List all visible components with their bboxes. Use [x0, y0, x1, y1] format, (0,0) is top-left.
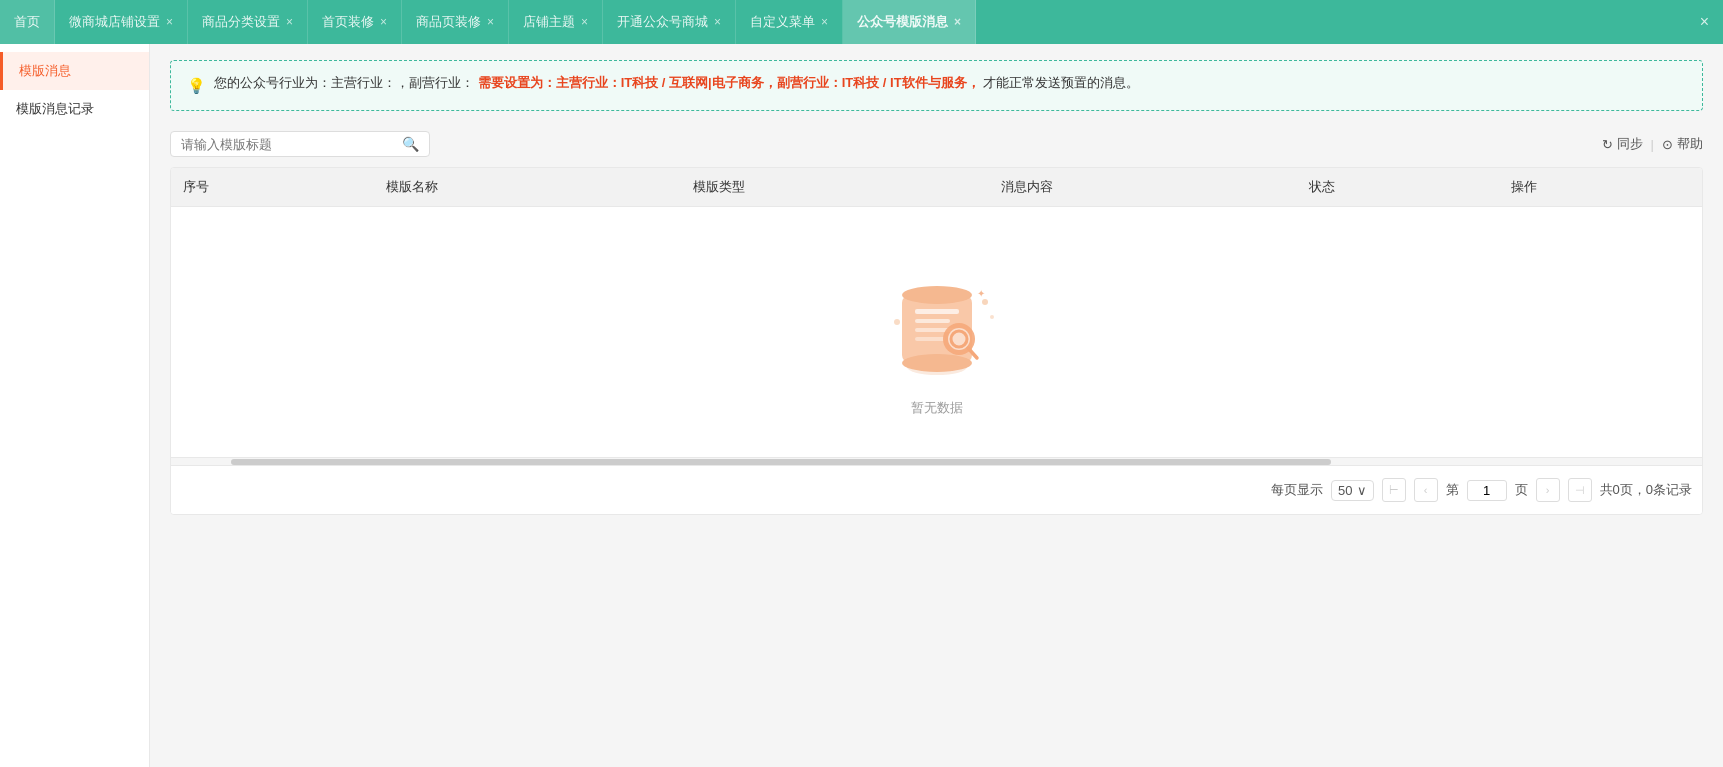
- next-page-button[interactable]: ›: [1536, 478, 1560, 502]
- tab-close-icon[interactable]: ×: [286, 15, 293, 29]
- toolbar-right: ↻ 同步 | ⊙ 帮助: [1602, 135, 1703, 153]
- nav-tab-店铺主题[interactable]: 店铺主题×: [509, 0, 603, 44]
- col-header-操作: 操作: [1499, 168, 1702, 207]
- sync-button[interactable]: ↻ 同步: [1602, 135, 1643, 153]
- help-button[interactable]: ⊙ 帮助: [1662, 135, 1703, 153]
- tab-close-icon[interactable]: ×: [581, 15, 588, 29]
- nav-tab-公众号模版消息[interactable]: 公众号模版消息×: [843, 0, 976, 44]
- col-header-序号: 序号: [171, 168, 374, 207]
- page-number-input[interactable]: [1467, 480, 1507, 501]
- svg-text:✦: ✦: [977, 288, 985, 299]
- col-header-模版名称: 模版名称: [374, 168, 682, 207]
- tab-close-icon[interactable]: ×: [166, 15, 173, 29]
- tab-close-icon[interactable]: ×: [821, 15, 828, 29]
- nav-tab-商品分类设置[interactable]: 商品分类设置×: [188, 0, 308, 44]
- col-header-消息内容: 消息内容: [989, 168, 1297, 207]
- nav-tab-自定义菜单[interactable]: 自定义菜单×: [736, 0, 843, 44]
- empty-text: 暂无数据: [911, 399, 963, 417]
- search-input-wrap[interactable]: 🔍: [170, 131, 430, 157]
- svg-point-14: [894, 319, 900, 325]
- main-layout: 模版消息模版消息记录 💡 您的公众号行业为：主营行业：，副营行业： 需要设置为：…: [0, 44, 1723, 767]
- sync-label: 同步: [1617, 135, 1643, 153]
- page-size-dropdown-icon: ∨: [1357, 483, 1367, 498]
- empty-state: ✦ 暂无数据: [171, 207, 1702, 457]
- last-page-button[interactable]: ⊣: [1568, 478, 1592, 502]
- pagination-row: 每页显示 50 ∨ ⊢ ‹ 第 页 › ⊣ 共0页，0条记录: [171, 465, 1702, 514]
- total-label: 共0页，0条记录: [1600, 481, 1692, 499]
- empty-illustration: ✦: [877, 267, 997, 387]
- nav-tab-商品页装修[interactable]: 商品页装修×: [402, 0, 509, 44]
- sidebar-item-模版消息记录[interactable]: 模版消息记录: [0, 90, 149, 128]
- scrollbar-thumb[interactable]: [231, 459, 1331, 465]
- first-page-button[interactable]: ⊢: [1382, 478, 1406, 502]
- page-size-select[interactable]: 50 ∨: [1331, 480, 1373, 501]
- page-label: 第: [1446, 481, 1459, 499]
- search-icon[interactable]: 🔍: [402, 136, 419, 152]
- col-header-模版类型: 模版类型: [681, 168, 989, 207]
- nav-tab-微商城店铺设置[interactable]: 微商城店铺设置×: [55, 0, 188, 44]
- sync-icon: ↻: [1602, 137, 1613, 152]
- svg-rect-4: [915, 309, 959, 314]
- notice-highlight: 需要设置为：主营行业：IT科技 / 互联网|电子商务，副营行业：IT科技 / I…: [478, 75, 980, 90]
- tab-close-icon[interactable]: ×: [954, 15, 961, 29]
- sidebar-item-模版消息[interactable]: 模版消息: [0, 52, 149, 90]
- top-nav: 首页微商城店铺设置×商品分类设置×首页装修×商品页装修×店铺主题×开通公众号商城…: [0, 0, 1723, 44]
- sidebar: 模版消息模版消息记录: [0, 44, 150, 767]
- svg-point-3: [902, 354, 972, 372]
- svg-point-13: [990, 315, 994, 319]
- notice-box: 💡 您的公众号行业为：主营行业：，副营行业： 需要设置为：主营行业：IT科技 /…: [170, 60, 1703, 111]
- page-size-label: 每页显示: [1271, 481, 1323, 499]
- col-header-状态: 状态: [1297, 168, 1500, 207]
- horizontal-scrollbar[interactable]: [171, 457, 1702, 465]
- content-area: 💡 您的公众号行业为：主营行业：，副营行业： 需要设置为：主营行业：IT科技 /…: [150, 44, 1723, 767]
- help-icon: ⊙: [1662, 137, 1673, 152]
- svg-point-2: [902, 286, 972, 304]
- close-all-button[interactable]: ×: [1686, 13, 1723, 31]
- search-row: 🔍 ↻ 同步 | ⊙ 帮助: [170, 131, 1703, 157]
- nav-tab-首页装修[interactable]: 首页装修×: [308, 0, 402, 44]
- divider: |: [1651, 137, 1654, 152]
- svg-point-12: [982, 299, 988, 305]
- tab-close-icon[interactable]: ×: [380, 15, 387, 29]
- nav-tab-开通公众号商城[interactable]: 开通公众号商城×: [603, 0, 736, 44]
- search-input[interactable]: [181, 137, 402, 152]
- svg-rect-7: [915, 337, 945, 341]
- prev-page-button[interactable]: ‹: [1414, 478, 1438, 502]
- table-wrap: 序号模版名称模版类型消息内容状态操作: [170, 167, 1703, 515]
- notice-text: 您的公众号行业为：主营行业：，副营行业： 需要设置为：主营行业：IT科技 / 互…: [214, 73, 1139, 94]
- data-table: 序号模版名称模版类型消息内容状态操作: [171, 168, 1702, 457]
- svg-rect-5: [915, 319, 950, 323]
- tab-close-icon[interactable]: ×: [487, 15, 494, 29]
- page-size-value: 50: [1338, 483, 1352, 498]
- bulb-icon: 💡: [187, 74, 206, 98]
- help-label: 帮助: [1677, 135, 1703, 153]
- page-unit-label: 页: [1515, 481, 1528, 499]
- nav-tab-首页[interactable]: 首页: [0, 0, 55, 44]
- tab-close-icon[interactable]: ×: [714, 15, 721, 29]
